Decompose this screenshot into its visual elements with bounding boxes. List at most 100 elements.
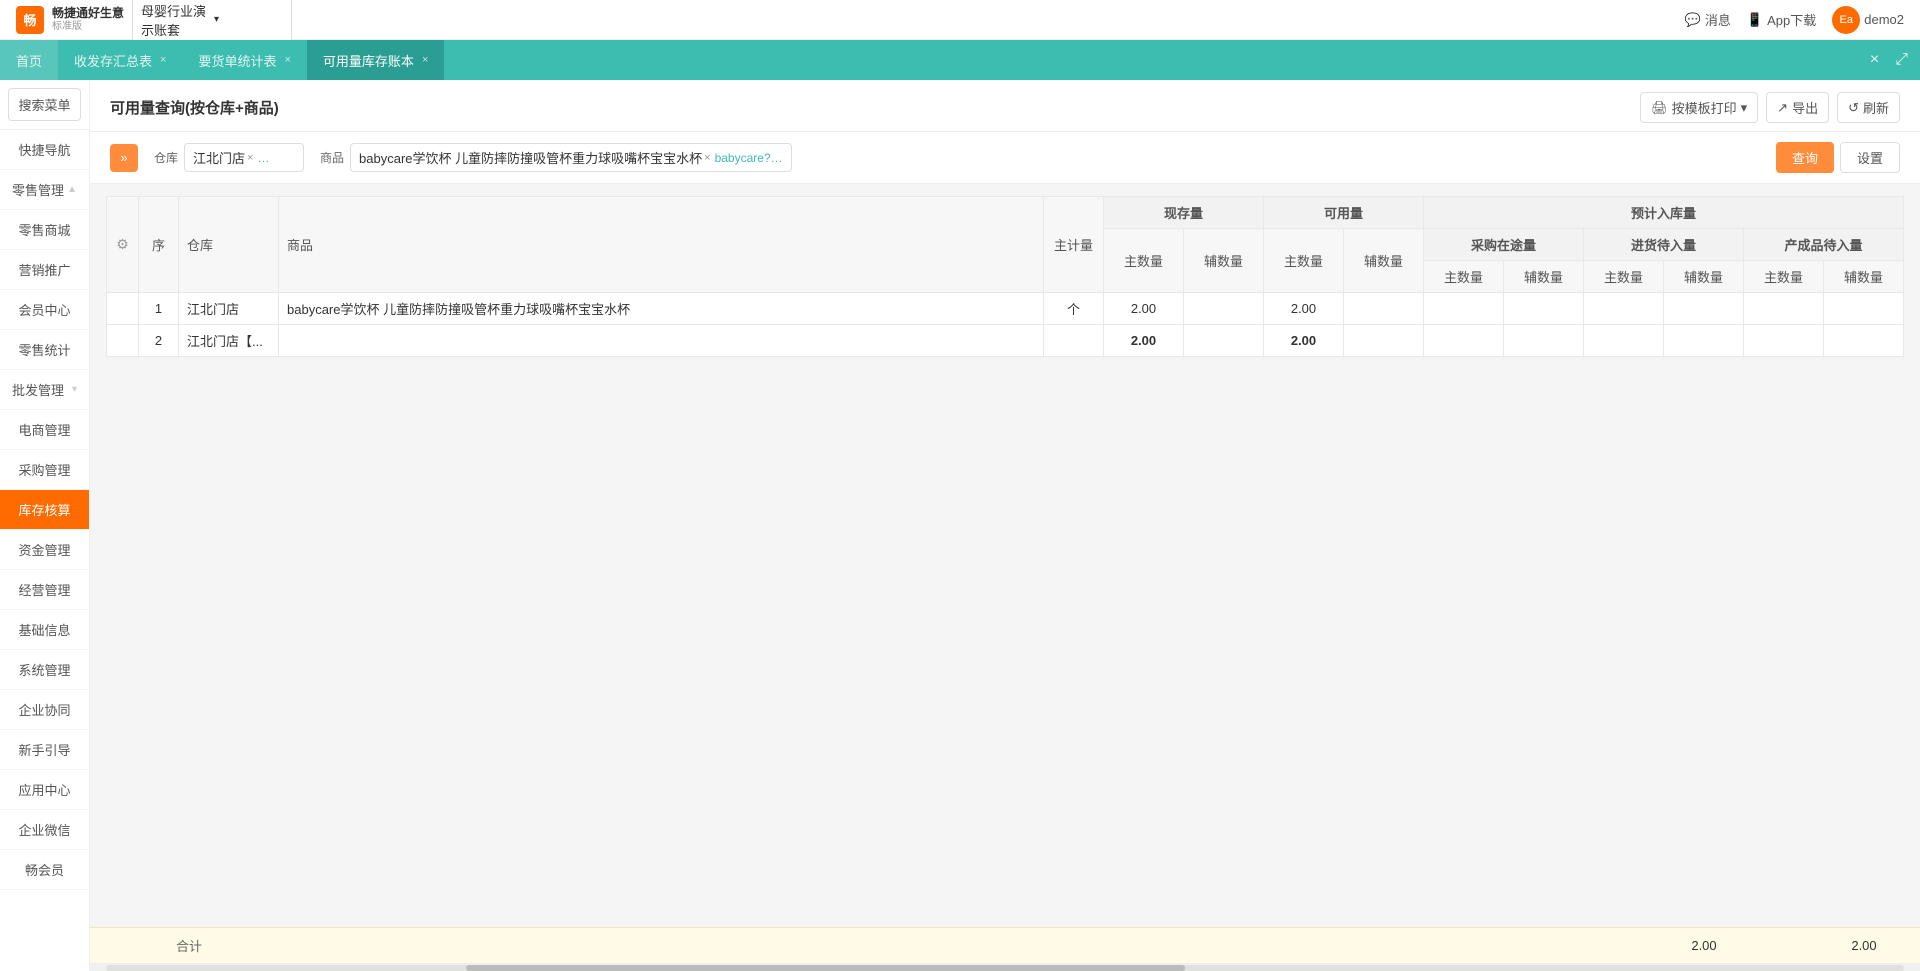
- brand-name: 畅捷通好生意: [52, 6, 124, 20]
- row2-inbound-main: [1584, 325, 1664, 357]
- table-footer: 合计 2.00 2.00: [90, 927, 1920, 963]
- close-all-icon[interactable]: ×: [1866, 47, 1883, 73]
- app-download-label: App下载: [1767, 10, 1816, 29]
- warehouse-more[interactable]: …: [257, 151, 269, 165]
- col-product-header: 商品: [279, 197, 1044, 293]
- footer-avail-main: 2.00: [1824, 938, 1904, 953]
- sidebar-item-operations-mgmt[interactable]: 经营管理: [0, 570, 89, 610]
- row2-purchase-main: [1424, 325, 1504, 357]
- row2-product-aux: [1824, 325, 1904, 357]
- sidebar-item-ecommerce-mgmt[interactable]: 电商管理: [0, 410, 89, 450]
- brand-sub: 标准版: [52, 21, 124, 33]
- table-container: ⚙ 序 仓库 商品 主计量: [90, 184, 1920, 927]
- row1-product-main: [1744, 293, 1824, 325]
- tab-receive-pay[interactable]: 收发存汇总表 ×: [58, 40, 182, 80]
- sidebar-item-finance-mgmt[interactable]: 资金管理: [0, 530, 89, 570]
- sidebar-item-system-mgmt[interactable]: 系统管理: [0, 650, 89, 690]
- row2-settings: [107, 325, 139, 357]
- sidebar-item-vip-member[interactable]: 畅会员: [0, 850, 89, 890]
- tab-available-stock-close[interactable]: ×: [422, 54, 428, 66]
- brand-text: 畅捷通好生意 标准版: [52, 6, 124, 32]
- sidebar-item-member-center[interactable]: 会员中心: [0, 290, 89, 330]
- industry-selector[interactable]: 母婴行业演示账套 ▾: [132, 0, 292, 43]
- refresh-button[interactable]: ↺ 刷新: [1837, 92, 1900, 123]
- col-inbound-pending-header: 进货待入量: [1584, 229, 1744, 261]
- row2-stock-main: 2.00: [1104, 325, 1184, 357]
- col-stock-main-header: 主数量: [1104, 229, 1184, 293]
- sidebar-item-retail-mgmt[interactable]: 零售管理 ▲: [0, 170, 89, 210]
- sidebar-item-marketing[interactable]: 营销推广: [0, 250, 89, 290]
- warehouse-filter-input[interactable]: 江北门店 × …: [184, 143, 304, 172]
- main-layout: 搜索菜单 快捷导航 零售管理 ▲ 零售商城 营销推广 会员中心 零售统计 批发管…: [0, 80, 1920, 971]
- vip-member-label: 畅会员: [25, 863, 64, 878]
- enterprise-collab-label: 企业协同: [18, 703, 70, 718]
- filter-actions-right: 查询 设置: [1776, 142, 1900, 173]
- tab-order-stats-close[interactable]: ×: [284, 54, 290, 66]
- sidebar-item-wholesale-mgmt[interactable]: 批发管理 ▾: [0, 370, 89, 410]
- sidebar-item-app-center[interactable]: 应用中心: [0, 770, 89, 810]
- tab-receive-pay-close[interactable]: ×: [160, 54, 166, 66]
- sidebar-item-retail-stats[interactable]: 零售统计: [0, 330, 89, 370]
- sidebar-item-purchase-mgmt[interactable]: 采购管理: [0, 450, 89, 490]
- print-icon: 🖨: [1651, 100, 1668, 116]
- settings-button[interactable]: 设置: [1840, 142, 1900, 173]
- username: demo2: [1864, 12, 1904, 27]
- logo-icon: 畅: [16, 6, 44, 34]
- warehouse-tag-remove[interactable]: ×: [247, 152, 253, 164]
- top-bar-left: 畅 畅捷通好生意 标准版 母婴行业演示账套 ▾: [16, 0, 292, 43]
- product-tag-0: babycare学饮杯 儿童防摔防撞吸管杯重力球吸嘴杯宝宝水杯 ×: [359, 148, 711, 167]
- col-unit-header: 主计量: [1044, 197, 1104, 293]
- product-more[interactable]: babycare?…: [715, 151, 783, 165]
- system-mgmt-label: 系统管理: [18, 663, 70, 678]
- row2-purchase-aux: [1504, 325, 1584, 357]
- row2-stock-aux: [1184, 325, 1264, 357]
- retail-mgmt-label: 零售管理: [12, 180, 64, 199]
- member-center-label: 会员中心: [18, 303, 70, 318]
- tab-home[interactable]: 首页: [0, 40, 58, 80]
- warehouse-filter-group: 仓库 江北门店 × …: [154, 143, 304, 172]
- tab-available-stock[interactable]: 可用量库存账本 ×: [307, 40, 444, 80]
- col-stock-header: 现存量: [1104, 197, 1264, 229]
- sidebar-item-retail-mall[interactable]: 零售商城: [0, 210, 89, 250]
- template-print-button[interactable]: 🖨 按模板打印 ▾: [1640, 92, 1758, 123]
- query-button[interactable]: 查询: [1776, 142, 1834, 173]
- msg-icon: 💬: [1685, 12, 1701, 28]
- table-scrollbar[interactable]: [90, 963, 1920, 971]
- product-tag-text: babycare学饮杯 儿童防摔防撞吸管杯重力球吸嘴杯宝宝水杯: [359, 148, 702, 167]
- col-warehouse-header: 仓库: [179, 197, 279, 293]
- sidebar-item-quick-nav[interactable]: 快捷导航: [0, 130, 89, 170]
- tab-order-stats[interactable]: 要货单统计表 ×: [182, 40, 306, 80]
- tab-home-label: 首页: [16, 51, 42, 70]
- footer-stock-aux: [1744, 938, 1824, 953]
- search-menu-label: 搜索菜单: [18, 98, 70, 113]
- app-download-button[interactable]: 📱 App下载: [1747, 10, 1816, 29]
- col-purchase-en-route-header: 采购在途量: [1424, 229, 1584, 261]
- print-chevron-icon: ▾: [1741, 100, 1748, 116]
- new-guide-label: 新手引导: [18, 743, 70, 758]
- expand-icon[interactable]: ⤢: [1891, 47, 1912, 73]
- scrollbar-thumb[interactable]: [466, 965, 1185, 971]
- product-tag-remove[interactable]: ×: [704, 152, 710, 164]
- table-row: 1 江北门店 babycare学饮杯 儿童防摔防撞吸管杯重力球吸嘴杯宝宝水杯 个…: [107, 293, 1904, 325]
- user-profile[interactable]: Ea demo2: [1832, 6, 1904, 34]
- row1-stock-main: 2.00: [1104, 293, 1184, 325]
- retail-mall-label: 零售商城: [18, 223, 70, 238]
- filter-toggle-button[interactable]: »: [110, 144, 138, 172]
- search-menu-button[interactable]: 搜索菜单: [8, 88, 81, 121]
- row1-purchase-aux: [1504, 293, 1584, 325]
- export-button[interactable]: ↗ 导出: [1766, 92, 1829, 123]
- row2-warehouse: 江北门店【...: [179, 325, 279, 357]
- sidebar-item-enterprise-collab[interactable]: 企业协同: [0, 690, 89, 730]
- tab-available-stock-label: 可用量库存账本: [323, 51, 414, 70]
- purchase-mgmt-label: 采购管理: [18, 463, 70, 478]
- row2-avail-aux: [1344, 325, 1424, 357]
- sidebar-item-enterprise-wechat[interactable]: 企业微信: [0, 810, 89, 850]
- msg-button[interactable]: 💬 消息: [1685, 10, 1731, 29]
- sidebar-item-new-guide[interactable]: 新手引导: [0, 730, 89, 770]
- col-purchase-aux-header: 辅数量: [1504, 261, 1584, 293]
- product-filter-input[interactable]: babycare学饮杯 儿童防摔防撞吸管杯重力球吸嘴杯宝宝水杯 × babyca…: [350, 143, 792, 172]
- row1-stock-aux: [1184, 293, 1264, 325]
- sidebar-item-basic-info[interactable]: 基础信息: [0, 610, 89, 650]
- table-settings-icon[interactable]: ⚙: [116, 236, 129, 252]
- sidebar-item-inventory-check[interactable]: 库存核算: [0, 490, 89, 530]
